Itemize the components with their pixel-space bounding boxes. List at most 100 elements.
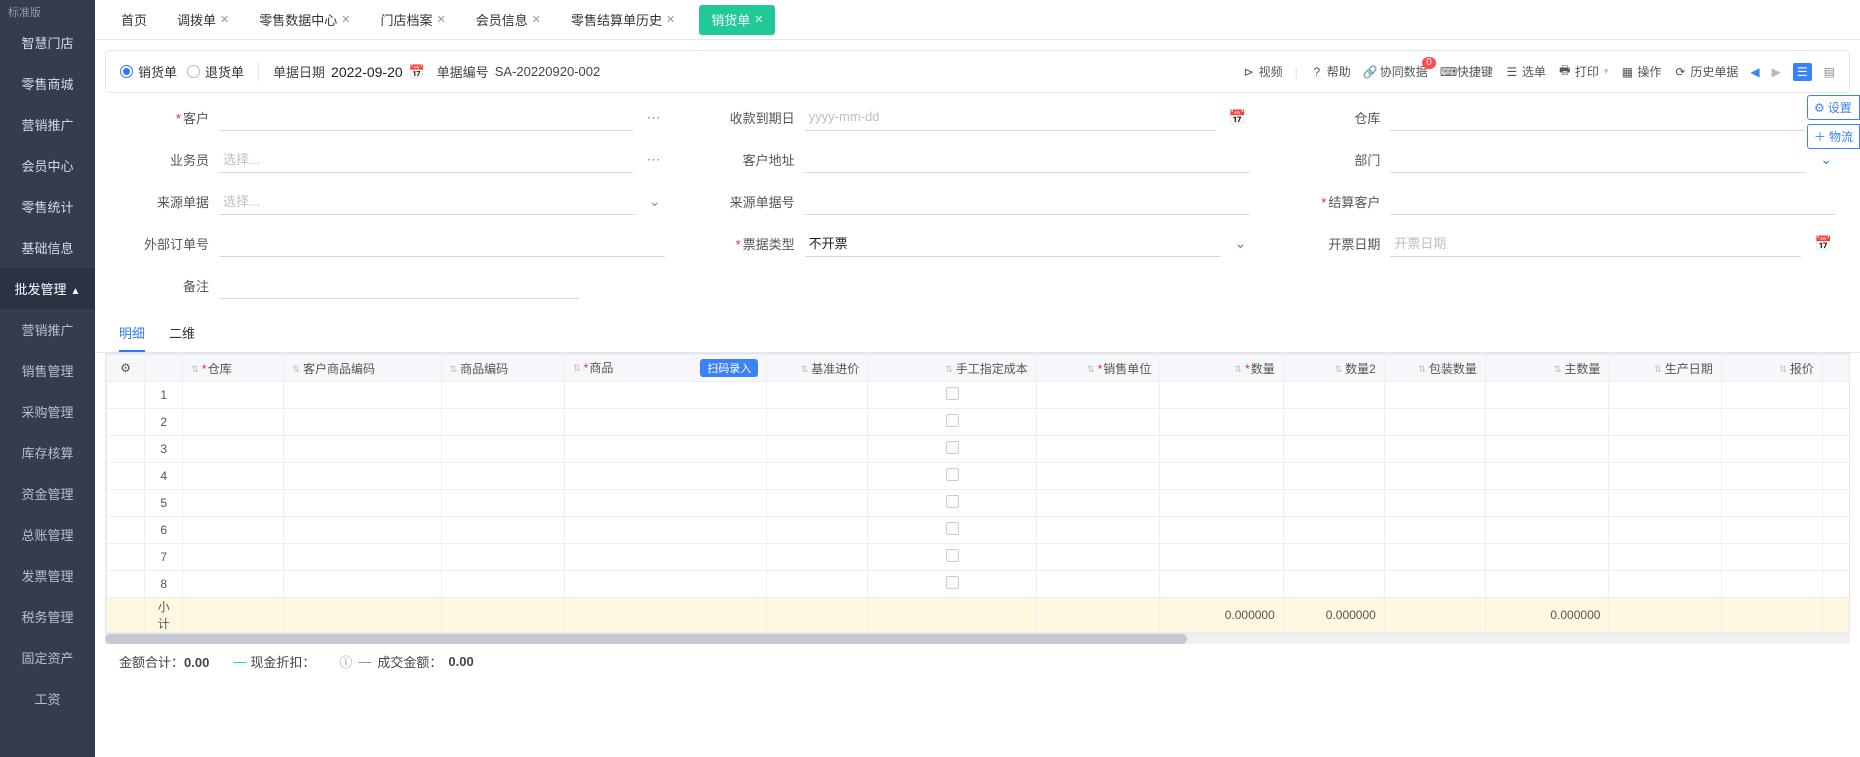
chevron-down-icon[interactable]: ⌄ (1231, 235, 1251, 252)
sidebar-item-member-center[interactable]: 会员中心 (0, 145, 95, 186)
row-toggle[interactable] (107, 517, 145, 544)
history-button[interactable]: ⟳历史单据 (1673, 63, 1738, 80)
cell-main-qty[interactable] (1485, 409, 1609, 436)
table-row[interactable]: 8🗑⧉ (107, 571, 1851, 598)
sidebar-item-wholesale[interactable]: 批发管理▲ (0, 268, 95, 309)
print-button[interactable]: 🖶打印▾ (1558, 61, 1609, 82)
cell-qty2[interactable] (1283, 409, 1384, 436)
sidebar-item-retail-mall[interactable]: 零售商城 (0, 63, 95, 104)
cell-manual-cost[interactable] (868, 463, 1036, 490)
row-toggle[interactable] (107, 544, 145, 571)
scrollbar-thumb[interactable] (105, 634, 1187, 644)
info-icon[interactable]: ⓘ (339, 652, 352, 671)
sidebar-sub-inventory[interactable]: 库存核算 (0, 432, 95, 473)
due-date-input[interactable]: yyyy-mm-dd (805, 103, 1215, 131)
cell-qty2[interactable] (1283, 490, 1384, 517)
close-icon[interactable]: ✕ (754, 13, 763, 26)
cell-unit[interactable] (1036, 409, 1160, 436)
checkbox[interactable] (946, 495, 959, 508)
col-qty2[interactable]: ⇅数量2 (1283, 355, 1384, 382)
warehouse-input[interactable] (1390, 103, 1804, 131)
invoice-type-input[interactable]: 不开票 (805, 229, 1221, 257)
col-prod-date[interactable]: ⇅生产日期 (1609, 355, 1721, 382)
operate-button[interactable]: ▦操作 (1620, 63, 1661, 80)
cell-pkg-qty[interactable] (1384, 517, 1485, 544)
cell-prod-code[interactable] (441, 382, 565, 409)
sidebar-sub-marketing[interactable]: 营销推广 (0, 309, 95, 350)
settings-button[interactable]: ⚙设置 (1807, 95, 1860, 120)
cell-qty[interactable] (1160, 544, 1284, 571)
row-toggle[interactable] (107, 382, 145, 409)
table-row[interactable]: 7🗑⧉ (107, 544, 1851, 571)
cell-manual-cost[interactable] (868, 490, 1036, 517)
cell-product[interactable] (565, 463, 767, 490)
checkbox[interactable] (946, 414, 959, 427)
cell-product[interactable] (565, 490, 767, 517)
cell-unit[interactable] (1036, 517, 1160, 544)
cell-manual-cost[interactable] (868, 571, 1036, 598)
settle-input[interactable] (1390, 187, 1836, 215)
row-toggle[interactable] (107, 463, 145, 490)
cell-quote[interactable] (1721, 463, 1822, 490)
cell-base-price[interactable] (767, 490, 868, 517)
cell-warehouse[interactable] (183, 544, 284, 571)
cash-discount[interactable]: —现金折扣： (233, 652, 315, 671)
cell-qty2[interactable] (1283, 436, 1384, 463)
sidebar-sub-salary[interactable]: 工资 (0, 678, 95, 719)
more-icon[interactable]: ⋯ (643, 151, 665, 168)
ext-no-input[interactable] (219, 229, 665, 257)
row-toggle[interactable] (107, 490, 145, 517)
cell-manual-cost[interactable] (868, 544, 1036, 571)
scan-button[interactable]: 扫码录入 (700, 359, 758, 377)
col-base-price[interactable]: ⇅基准进价 (767, 355, 868, 382)
tab-retail-settle[interactable]: 零售结算单历史✕ (565, 5, 681, 35)
row-toggle[interactable] (107, 436, 145, 463)
col-unit[interactable]: ⇅*销售单位 (1036, 355, 1160, 382)
cell-prod-code[interactable] (441, 544, 565, 571)
cell-cust-code[interactable] (284, 490, 441, 517)
cell-unit[interactable] (1036, 544, 1160, 571)
cell-qty[interactable] (1160, 382, 1284, 409)
sidebar-sub-sales[interactable]: 销售管理 (0, 350, 95, 391)
cell-product[interactable] (565, 409, 767, 436)
invoice-date-input[interactable]: 开票日期 (1390, 229, 1800, 257)
cell-pkg-qty[interactable] (1384, 409, 1485, 436)
row-toggle[interactable] (107, 409, 145, 436)
cell-pkg-qty[interactable] (1384, 382, 1485, 409)
tab-home[interactable]: 首页 (115, 5, 153, 35)
cell-qty2[interactable] (1283, 544, 1384, 571)
cell-warehouse[interactable] (183, 436, 284, 463)
cell-prod-code[interactable] (441, 436, 565, 463)
cell-quote[interactable] (1721, 544, 1822, 571)
sidebar-sub-ledger[interactable]: 总账管理 (0, 514, 95, 555)
sidebar-sub-invoice[interactable]: 发票管理 (0, 555, 95, 596)
cell-main-qty[interactable] (1485, 436, 1609, 463)
source-input[interactable]: 选择... (219, 187, 635, 215)
cell-prod-date[interactable] (1609, 382, 1721, 409)
coop-data-button[interactable]: 🔗协同数据0 (1363, 63, 1428, 80)
prev-button[interactable]: ◀ (1750, 65, 1759, 79)
date-input[interactable]: 2022-09-20 (331, 64, 403, 80)
cell-main-qty[interactable] (1485, 517, 1609, 544)
cell-product[interactable] (565, 382, 767, 409)
cell-qty2[interactable] (1283, 382, 1384, 409)
chevron-down-icon[interactable]: ⌄ (645, 193, 665, 210)
col-cust-code[interactable]: ⇅客户商品编码 (284, 355, 441, 382)
video-button[interactable]: ⊳视频 (1242, 63, 1283, 80)
tab-retail-data[interactable]: 零售数据中心✕ (253, 5, 356, 35)
sidebar-item-basic-info[interactable]: 基础信息 (0, 227, 95, 268)
shortcut-button[interactable]: ⌨快捷键 (1440, 63, 1493, 80)
sidebar-item-retail-stats[interactable]: 零售统计 (0, 186, 95, 227)
cell-pkg-qty[interactable] (1384, 490, 1485, 517)
col-quote[interactable]: ⇅报价 (1721, 355, 1822, 382)
cell-pkg-qty[interactable] (1384, 436, 1485, 463)
col-settings[interactable]: ⚙ (107, 355, 145, 382)
col-warehouse[interactable]: ⇅*仓库 (183, 355, 284, 382)
cell-product[interactable] (565, 436, 767, 463)
cell-base-price[interactable] (767, 517, 868, 544)
cell-manual-cost[interactable] (868, 517, 1036, 544)
customer-input[interactable] (219, 103, 633, 131)
cell-warehouse[interactable] (183, 517, 284, 544)
delete-icon[interactable]: 🗑 (1849, 388, 1850, 402)
cell-product[interactable] (565, 517, 767, 544)
